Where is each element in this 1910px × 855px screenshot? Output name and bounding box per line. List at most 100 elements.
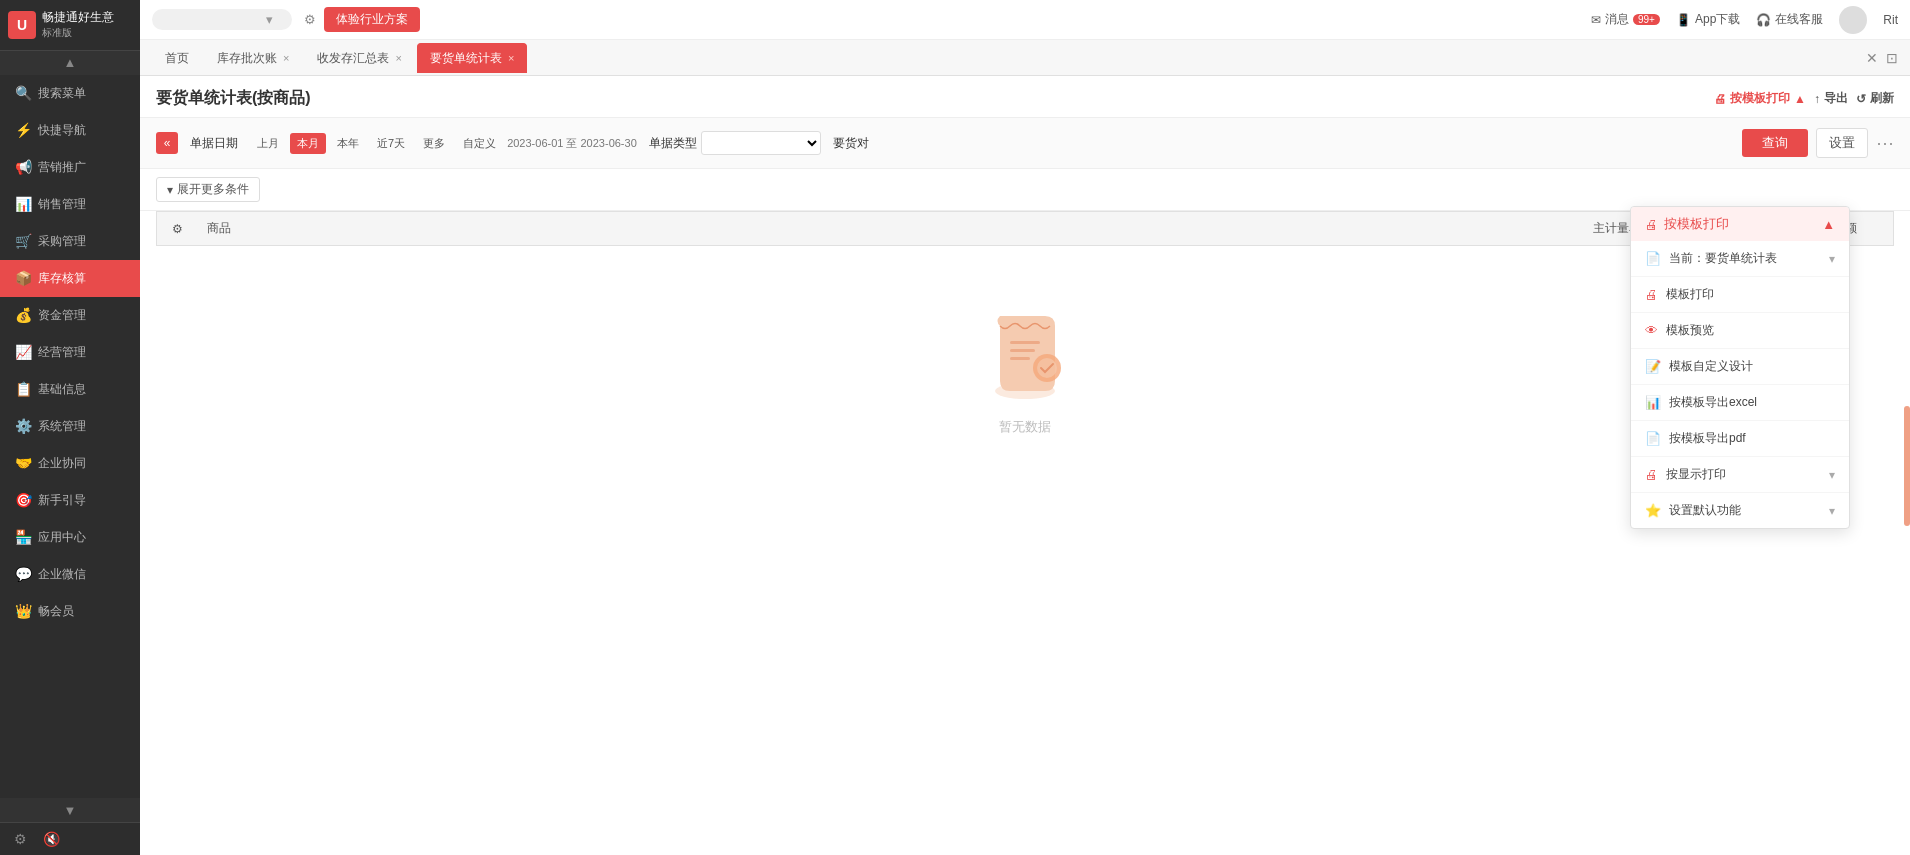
template-print-menu-icon: 🖨 xyxy=(1645,287,1658,302)
dropdown-export-excel[interactable]: 📊 按模板导出excel xyxy=(1631,385,1849,421)
dropdown-current-arrow: ▾ xyxy=(1829,252,1835,266)
app-download-btn[interactable]: 📱 App下载 xyxy=(1676,11,1740,28)
sidebar-item-label: 采购管理 xyxy=(38,233,86,250)
marketing-icon: 📢 xyxy=(14,159,32,175)
date-range-display: 2023-06-01 至 2023-06-30 xyxy=(507,136,637,151)
dropdown-current-label: 当前：要货单统计表 xyxy=(1669,250,1777,267)
window-expand-icon[interactable]: ⊡ xyxy=(1886,50,1898,66)
avatar[interactable] xyxy=(1839,6,1867,34)
date-btn-this-year[interactable]: 本年 xyxy=(330,133,366,154)
svg-rect-2 xyxy=(1010,349,1035,352)
date-btn-more[interactable]: 更多 xyxy=(416,133,452,154)
more-options-icon[interactable]: ⋯ xyxy=(1876,132,1894,154)
tab-inventory-batch[interactable]: 库存批次账 × xyxy=(204,43,302,73)
scrollbar-indicator[interactable] xyxy=(1904,406,1910,526)
tab-home[interactable]: 首页 xyxy=(152,43,202,73)
tab-inventory-batch-close[interactable]: × xyxy=(283,52,289,64)
date-btn-this-month[interactable]: 本月 xyxy=(290,133,326,154)
finance-icon: 💰 xyxy=(14,307,32,323)
tab-receivable-summary-close[interactable]: × xyxy=(395,52,401,64)
content-area: 要货单统计表(按商品) 🖨 按模板打印 ▲ ↑ 导出 ↺ 刷新 « xyxy=(140,76,1910,855)
empty-icon xyxy=(975,306,1075,406)
refresh-button[interactable]: ↺ 刷新 xyxy=(1856,90,1894,107)
dropdown-export-excel-label: 按模板导出excel xyxy=(1669,394,1757,411)
sidebar-nav: 🔍 搜索菜单 ⚡ 快捷导航 📢 营销推广 📊 销售管理 🛒 采购管理 📦 库存核… xyxy=(0,75,140,798)
sidebar-item-label: 快捷导航 xyxy=(38,122,86,139)
online-service-btn[interactable]: 🎧 在线客服 xyxy=(1756,11,1823,28)
sidebar-scroll-down[interactable]: ▼ xyxy=(0,798,140,822)
empty-text: 暂无数据 xyxy=(999,418,1051,436)
th-settings[interactable]: ⚙ xyxy=(157,222,197,236)
sidebar-item-collab[interactable]: 🤝 企业协同 xyxy=(0,445,140,482)
settings-button[interactable]: 设置 xyxy=(1816,128,1868,158)
sidebar-item-marketing[interactable]: 📢 营销推广 xyxy=(0,149,140,186)
tab-order-stats[interactable]: 要货单统计表 × xyxy=(417,43,527,73)
dropdown-template-print[interactable]: 🖨 模板打印 xyxy=(1631,277,1849,313)
filter-expand-button[interactable]: « xyxy=(156,132,178,154)
guide-icon: 🎯 xyxy=(14,492,32,508)
sidebar-item-quick-nav[interactable]: ⚡ 快捷导航 xyxy=(0,112,140,149)
sidebar-item-guide[interactable]: 🎯 新手引导 xyxy=(0,482,140,519)
export-button[interactable]: ↑ 导出 xyxy=(1814,90,1848,107)
sidebar-item-inventory[interactable]: 📦 库存核算 xyxy=(0,260,140,297)
sidebar-item-search[interactable]: 🔍 搜索菜单 xyxy=(0,75,140,112)
date-filter-label: 单据日期 xyxy=(190,135,238,152)
basic-info-icon: 📋 xyxy=(14,381,32,397)
tab-order-stats-close[interactable]: × xyxy=(508,52,514,64)
message-btn[interactable]: ✉ 消息 99+ xyxy=(1591,11,1660,28)
trial-button[interactable]: 体验行业方案 xyxy=(324,7,420,32)
app-center-icon: 🏪 xyxy=(14,529,32,545)
sidebar-scroll-up[interactable]: ▲ xyxy=(0,51,140,75)
sidebar-item-label: 基础信息 xyxy=(38,381,86,398)
topbar: ▾ ⚙ 体验行业方案 ✉ 消息 99+ 📱 App下载 🎧 在线客服 Rit xyxy=(140,0,1910,40)
dropdown-template-design[interactable]: 📝 模板自定义设计 xyxy=(1631,349,1849,385)
sidebar-item-enterprise-wechat[interactable]: 💬 企业微信 xyxy=(0,556,140,593)
svg-rect-1 xyxy=(1010,341,1040,344)
date-btn-custom[interactable]: 自定义 xyxy=(456,133,503,154)
dropdown-export-pdf[interactable]: 📄 按模板导出pdf xyxy=(1631,421,1849,457)
sidebar-item-label: 新手引导 xyxy=(38,492,86,509)
dropdown-collapse-icon[interactable]: ▲ xyxy=(1822,217,1835,232)
template-print-arrow-up[interactable]: ▲ xyxy=(1794,92,1806,106)
expand-more-btn[interactable]: ▾ 展开更多条件 xyxy=(156,177,260,202)
sidebar-item-operations[interactable]: 📈 经营管理 xyxy=(0,334,140,371)
dropdown-header[interactable]: 🖨 按模板打印 ▲ xyxy=(1631,207,1849,241)
dropdown-display-print-label: 按显示打印 xyxy=(1666,466,1726,483)
app-name: 畅捷通好生意 xyxy=(42,10,114,26)
settings-icon[interactable]: ⚙ xyxy=(14,831,27,847)
date-btn-last-month[interactable]: 上月 xyxy=(250,133,286,154)
mute-icon[interactable]: 🔇 xyxy=(43,831,60,847)
tab-receivable-summary[interactable]: 收发存汇总表 × xyxy=(304,43,414,73)
sidebar-item-label: 企业微信 xyxy=(38,566,86,583)
sidebar-item-finance[interactable]: 💰 资金管理 xyxy=(0,297,140,334)
printer-menu-icon: 🖨 xyxy=(1645,217,1658,232)
bill-type-label: 单据类型 xyxy=(649,135,697,152)
dropdown-default-function[interactable]: ⭐ 设置默认功能 ▾ xyxy=(1631,493,1849,528)
sidebar-item-system[interactable]: ⚙️ 系统管理 xyxy=(0,408,140,445)
online-service-label: 在线客服 xyxy=(1775,11,1823,28)
export-pdf-icon: 📄 xyxy=(1645,431,1661,446)
date-btn-7days[interactable]: 近7天 xyxy=(370,133,412,154)
expand-more-label: 展开更多条件 xyxy=(177,181,249,198)
dropdown-display-print[interactable]: 🖨 按显示打印 ▾ xyxy=(1631,457,1849,493)
topbar-settings-icon[interactable]: ⚙ xyxy=(304,12,316,27)
sidebar-item-purchase[interactable]: 🛒 采购管理 xyxy=(0,223,140,260)
topbar-dropdown-arrow[interactable]: ▾ xyxy=(266,12,273,27)
window-close-icon[interactable]: ✕ xyxy=(1866,50,1878,66)
sidebar-item-label: 搜索菜单 xyxy=(38,85,86,102)
sidebar-item-sales[interactable]: 📊 销售管理 xyxy=(0,186,140,223)
default-function-icon: ⭐ xyxy=(1645,503,1661,518)
sidebar-item-app-center[interactable]: 🏪 应用中心 xyxy=(0,519,140,556)
query-button[interactable]: 查询 xyxy=(1742,129,1808,157)
bill-type-select[interactable] xyxy=(701,131,821,155)
search-icon: 🔍 xyxy=(14,85,32,101)
dropdown-template-preview[interactable]: 👁 模板预览 xyxy=(1631,313,1849,349)
export-label: 导出 xyxy=(1824,90,1848,107)
topbar-search-input[interactable] xyxy=(162,13,262,27)
template-print-button[interactable]: 🖨 按模板打印 ▲ xyxy=(1714,90,1806,107)
dropdown-current-item[interactable]: 📄 当前：要货单统计表 ▾ xyxy=(1631,241,1849,277)
sidebar-item-membership[interactable]: 👑 畅会员 xyxy=(0,593,140,630)
sidebar-item-basic-info[interactable]: 📋 基础信息 xyxy=(0,371,140,408)
collab-icon: 🤝 xyxy=(14,455,32,471)
tab-receivable-summary-label: 收发存汇总表 xyxy=(317,50,389,67)
